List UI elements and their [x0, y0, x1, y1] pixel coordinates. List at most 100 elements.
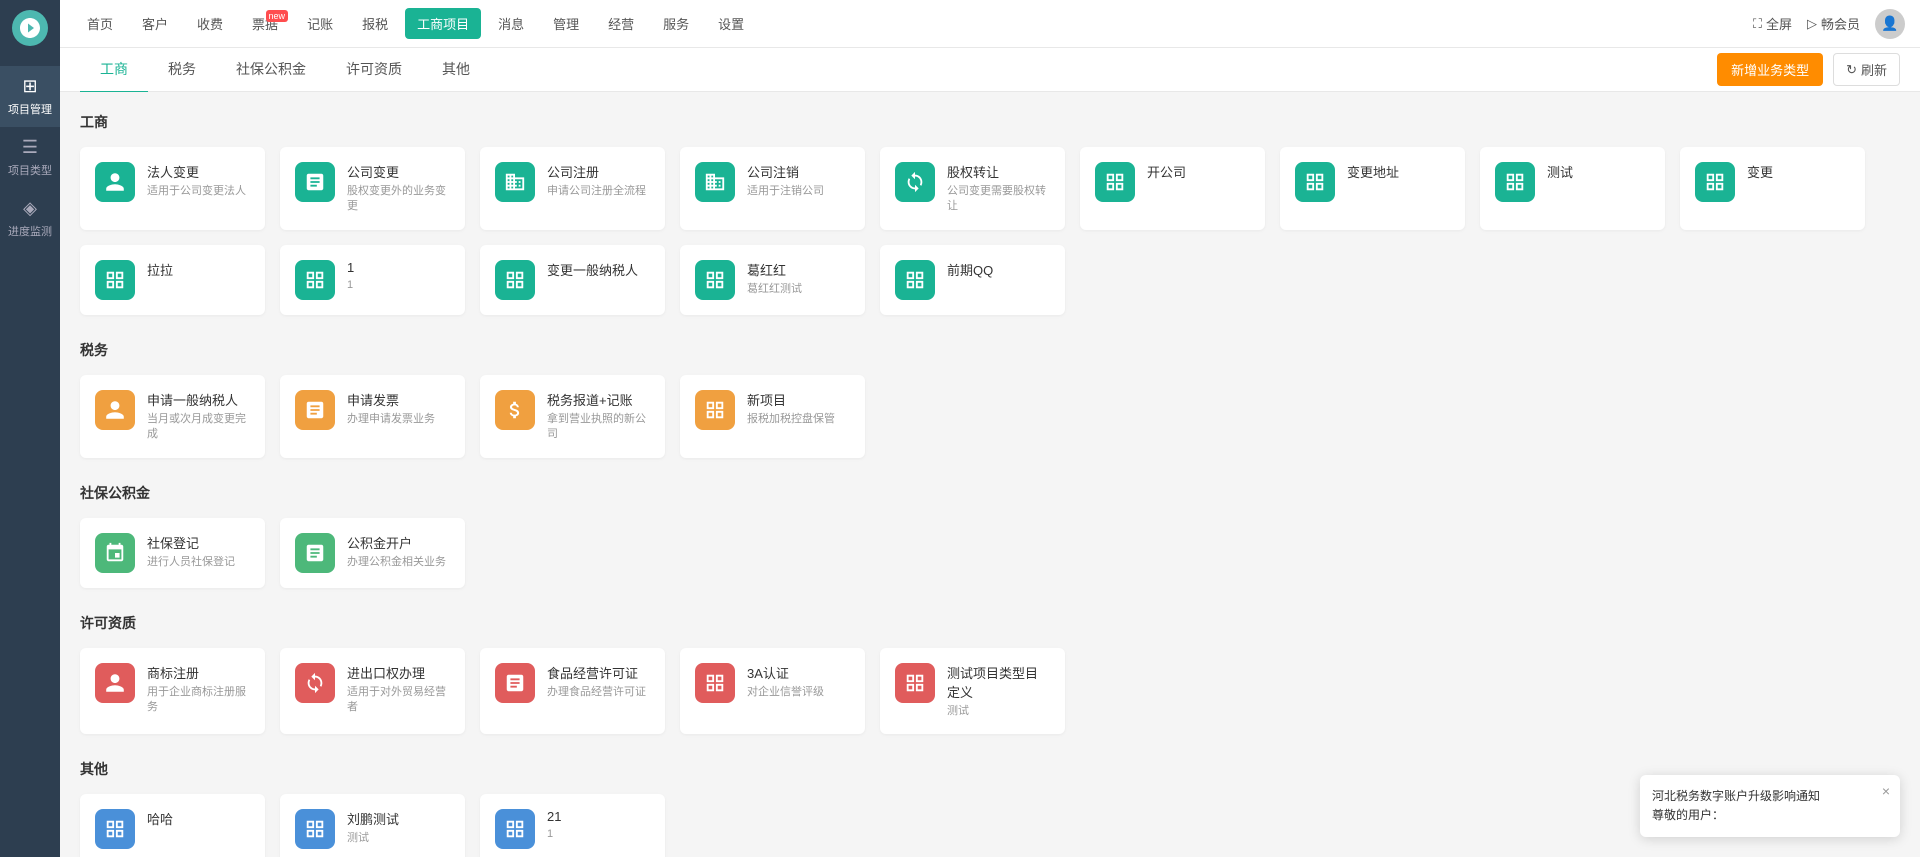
- guhong-icon: [695, 260, 735, 300]
- fullscreen-icon: ⛶: [1753, 16, 1762, 32]
- card-legal-change[interactable]: 法人变更 适用于公司变更法人: [80, 147, 265, 230]
- card-desc: 当月或次月成变更完成: [147, 412, 250, 443]
- card-trademark[interactable]: 商标注册 用于企业商标注册服务: [80, 648, 265, 734]
- card-title: 社保登记: [147, 533, 250, 552]
- nav-accounting[interactable]: 记账: [295, 8, 345, 39]
- card-desc: 适用于注销公司: [747, 184, 850, 199]
- nav-manage[interactable]: 管理: [541, 8, 591, 39]
- card-import-export[interactable]: 进出口权办理 适用于对外贸易经营者: [280, 648, 465, 734]
- sidebar: ⊞ 项目管理 ☰ 项目类型 ◈ 进度监测: [0, 0, 60, 857]
- card-title: 公积金开户: [347, 533, 450, 552]
- one-icon: [295, 260, 335, 300]
- card-change-address[interactable]: 变更地址: [1280, 147, 1465, 230]
- nav-operation[interactable]: 经营: [596, 8, 646, 39]
- legal-change-icon: [95, 162, 135, 202]
- company-register-icon: [495, 162, 535, 202]
- trademark-icon: [95, 663, 135, 703]
- nav-settings[interactable]: 设置: [706, 8, 756, 39]
- fullscreen-button[interactable]: ⛶ 全屏: [1753, 14, 1792, 33]
- grid-icon: ⊞: [22, 76, 37, 97]
- card-change[interactable]: 变更: [1680, 147, 1865, 230]
- card-tax-report-accounting[interactable]: 税务报道+记账 拿到营业执照的新公司: [480, 375, 665, 458]
- avatar-icon: 👤: [1881, 15, 1898, 32]
- change-taxpayer-icon: [495, 260, 535, 300]
- card-title: 哈哈: [147, 809, 250, 828]
- card-guhong[interactable]: 葛红红 葛红红测试: [680, 245, 865, 315]
- card-desc: 用于企业商标注册服务: [147, 685, 250, 716]
- nav-industrial[interactable]: 工商项目: [405, 8, 481, 39]
- nav-home[interactable]: 首页: [75, 8, 125, 39]
- card-open-company[interactable]: 开公司: [1080, 147, 1265, 230]
- tab-license[interactable]: 许可资质: [326, 47, 422, 93]
- sidebar-item-project-manage[interactable]: ⊞ 项目管理: [0, 66, 60, 127]
- card-qianqi-qq[interactable]: 前期QQ: [880, 245, 1065, 315]
- nav-service[interactable]: 服务: [651, 8, 701, 39]
- nav-customer[interactable]: 客户: [130, 8, 180, 39]
- card-company-cancel[interactable]: 公司注销 适用于注销公司: [680, 147, 865, 230]
- card-desc: 申请公司注册全流程: [547, 184, 650, 199]
- sidebar-item-project-type[interactable]: ☰ 项目类型: [0, 127, 60, 188]
- nav-tax[interactable]: 报税: [350, 8, 400, 39]
- card-desc: 对企业信誉评级: [747, 685, 850, 700]
- notification-close-button[interactable]: ×: [1882, 783, 1890, 799]
- tab-social[interactable]: 社保公积金: [216, 47, 326, 93]
- test-icon: [1495, 162, 1535, 202]
- card-3a-cert[interactable]: 3A认证 对企业信誉评级: [680, 648, 865, 734]
- test-type-icon: [895, 663, 935, 703]
- card-desc: 办理食品经营许可证: [547, 685, 650, 700]
- card-lala[interactable]: 拉拉: [80, 245, 265, 315]
- card-test-type[interactable]: 测试项目类型目定义 测试: [880, 648, 1065, 734]
- card-haha[interactable]: 哈哈: [80, 794, 265, 857]
- license-section: 许可资质 商标注册 用于企业商标注册服务 进出口权: [80, 613, 1900, 734]
- social-cards: 社保登记 进行人员社保登记 公积金开户 办理公积金相关业务: [80, 518, 1900, 588]
- card-title: 变更: [1747, 162, 1850, 181]
- card-desc: 适用于对外贸易经营者: [347, 685, 450, 716]
- liupeng-test-icon: [295, 809, 335, 849]
- tab-industrial[interactable]: 工商: [80, 47, 148, 93]
- card-food-license[interactable]: 食品经营许可证 办理食品经营许可证: [480, 648, 665, 734]
- nav-invoice[interactable]: 票据 new: [240, 8, 290, 39]
- card-desc: 拿到营业执照的新公司: [547, 412, 650, 443]
- card-title: 申请发票: [347, 390, 450, 409]
- avatar[interactable]: 👤: [1875, 9, 1905, 39]
- card-title: 3A认证: [747, 663, 850, 682]
- card-new-project[interactable]: 新项目 报税加税控盘保管: [680, 375, 865, 458]
- member-button[interactable]: ▷ 畅会员: [1807, 14, 1860, 33]
- card-equity-transfer[interactable]: 股权转让 公司变更需要股权转让: [880, 147, 1065, 230]
- content: 工商 法人变更 适用于公司变更法人 公司变更: [60, 92, 1920, 857]
- card-twenty-one[interactable]: 21 1: [480, 794, 665, 857]
- twenty-one-icon: [495, 809, 535, 849]
- card-apply-invoice[interactable]: 申请发票 办理申请发票业务: [280, 375, 465, 458]
- nav-message[interactable]: 消息: [486, 8, 536, 39]
- other-title: 其他: [80, 759, 1900, 779]
- tab-other[interactable]: 其他: [422, 47, 490, 93]
- logo: [12, 10, 48, 46]
- card-company-change[interactable]: 公司变更 股权变更外的业务变更: [280, 147, 465, 230]
- card-title: 法人变更: [147, 162, 250, 181]
- add-business-type-button[interactable]: 新增业务类型: [1717, 53, 1823, 86]
- social-title: 社保公积金: [80, 483, 1900, 503]
- sidebar-item-progress-monitor[interactable]: ◈ 进度监测: [0, 188, 60, 249]
- card-fund-account[interactable]: 公积金开户 办理公积金相关业务: [280, 518, 465, 588]
- other-cards: 哈哈 刘鹏测试 测试: [80, 794, 1900, 857]
- haha-icon: [95, 809, 135, 849]
- card-title: 新项目: [747, 390, 850, 409]
- card-social-register[interactable]: 社保登记 进行人员社保登记: [80, 518, 265, 588]
- card-one[interactable]: 1 1: [280, 245, 465, 315]
- card-liupeng-test[interactable]: 刘鹏测试 测试: [280, 794, 465, 857]
- card-company-register[interactable]: 公司注册 申请公司注册全流程: [480, 147, 665, 230]
- card-desc: 报税加税控盘保管: [747, 412, 850, 427]
- refresh-button[interactable]: ↻ 刷新: [1833, 53, 1900, 86]
- card-apply-taxpayer[interactable]: 申请一般纳税人 当月或次月成变更完成: [80, 375, 265, 458]
- card-title: 进出口权办理: [347, 663, 450, 682]
- license-cards: 商标注册 用于企业商标注册服务 进出口权办理 适用于对外贸易经营者: [80, 648, 1900, 734]
- subnav: 工商 税务 社保公积金 许可资质 其他 新增业务类型 ↻ 刷新: [60, 48, 1920, 92]
- nav-billing[interactable]: 收费: [185, 8, 235, 39]
- tab-tax[interactable]: 税务: [148, 47, 216, 93]
- card-change-taxpayer[interactable]: 变更一般纳税人: [480, 245, 665, 315]
- card-title: 21: [547, 809, 650, 824]
- equity-transfer-icon: [895, 162, 935, 202]
- card-desc: 1: [547, 827, 650, 842]
- chart-icon: ◈: [23, 198, 37, 219]
- card-test[interactable]: 测试: [1480, 147, 1665, 230]
